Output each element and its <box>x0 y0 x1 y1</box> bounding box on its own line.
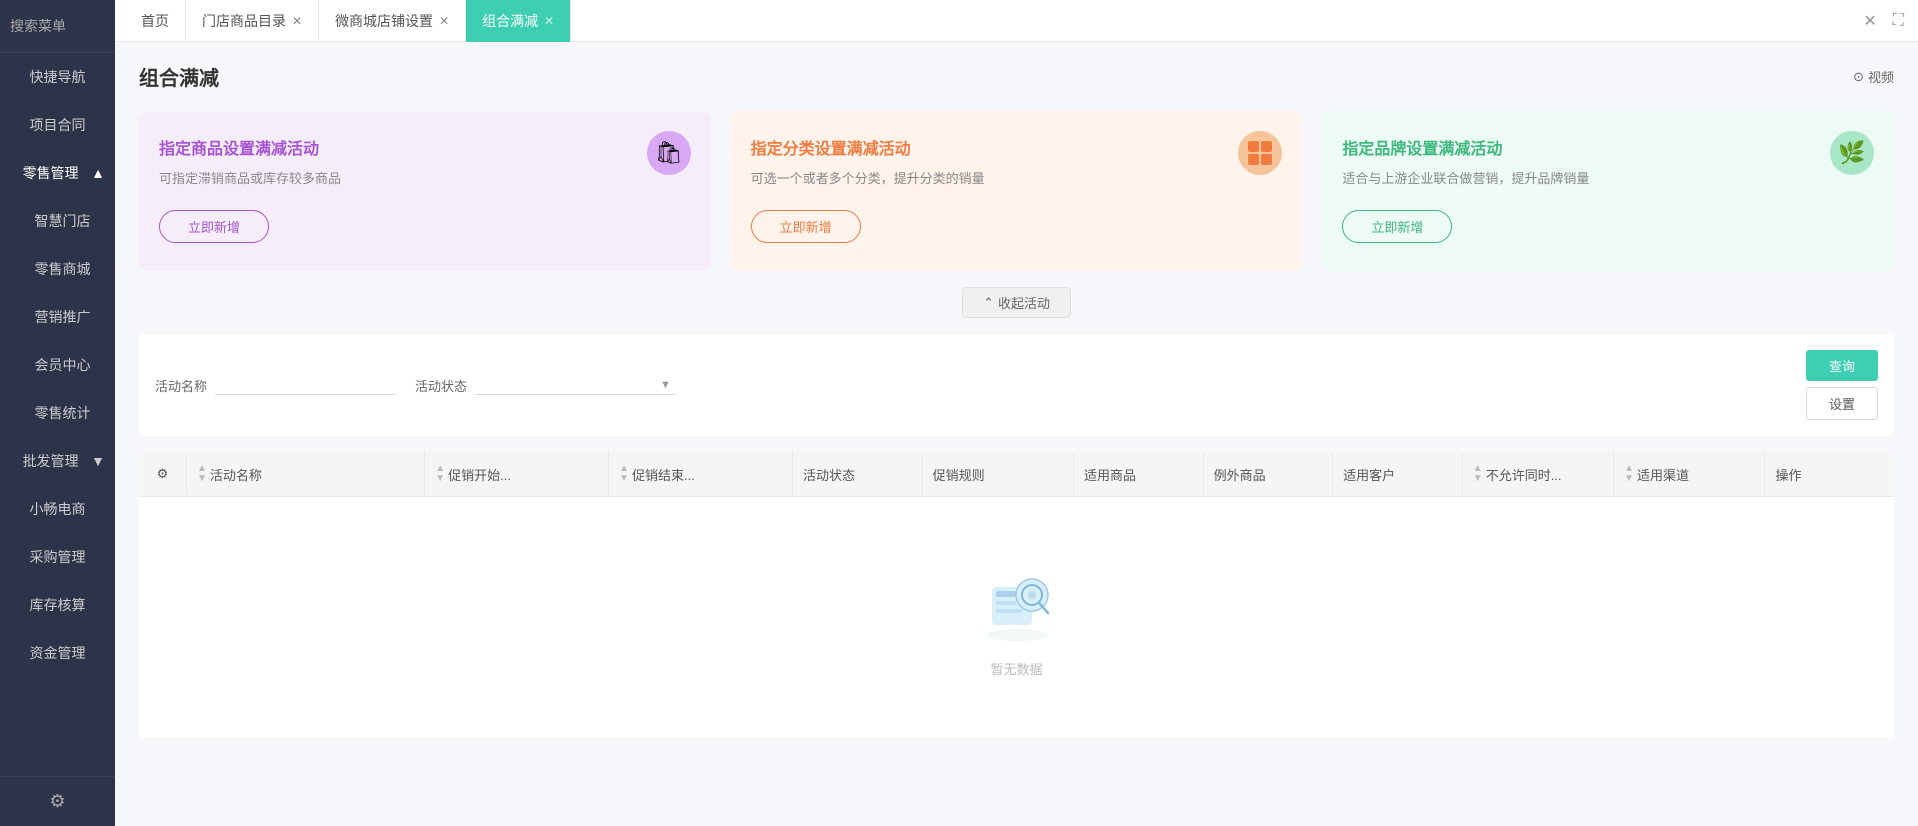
activity-cards: 🛍 指定商品设置满减活动 可指定滞销商品或库存较多商品 立即新增 指定分类设置满… <box>139 111 1894 271</box>
card-brand-icon: 🌿 <box>1830 131 1874 175</box>
sidebar-item-smart-store[interactable]: 智慧门店 <box>0 197 115 245</box>
card-goods-title: 指定商品设置满减活动 <box>159 135 691 159</box>
sidebar-item-purchase-mgmt[interactable]: 采购管理 <box>0 533 115 581</box>
tab-home[interactable]: 首页 <box>125 0 186 42</box>
sidebar-item-wholesale-mgmt[interactable]: 批发管理 ▼ <box>0 437 115 485</box>
sidebar-item-quick-nav[interactable]: 快捷导航 <box>0 53 115 101</box>
th-sort-icon[interactable]: ▲▼ <box>435 464 445 484</box>
video-link[interactable]: ⊙ 视频 <box>1853 67 1894 86</box>
sidebar: 搜索菜单 快捷导航 项目合同 零售管理 ▲ 智慧门店 零售商城 营销推广 会员中… <box>0 0 115 826</box>
empty-illustration <box>972 557 1062 647</box>
sidebar-item-retail-stats[interactable]: 零售统计 <box>0 389 115 437</box>
settings-icon[interactable]: ⚙ <box>49 791 65 812</box>
chevron-up-icon: ▲ <box>91 165 105 181</box>
collapse-icon: ⌃ <box>983 295 994 311</box>
filter-name-input[interactable] <box>215 375 395 395</box>
card-category-add-btn[interactable]: 立即新增 <box>751 210 861 243</box>
query-button[interactable]: 查询 <box>1806 350 1878 381</box>
sidebar-footer: ⚙ <box>0 776 115 826</box>
card-category-desc: 可选一个或者多个分类，提升分类的销量 <box>751 169 1283 190</box>
th-sort-icon[interactable]: ▲▼ <box>619 464 629 484</box>
tab-close-wechat-settings[interactable]: ✕ <box>439 0 449 42</box>
card-brand-desc: 适合与上游企业联合做营销，提升品牌销量 <box>1342 169 1874 190</box>
th-name: ▲▼ 活动名称 <box>187 452 425 496</box>
th-channel: ▲▼ 适用渠道 <box>1614 452 1765 496</box>
sidebar-item-marketing[interactable]: 营销推广 <box>0 293 115 341</box>
filter-bar: 活动名称 活动状态 ▼ 查询 设置 <box>139 334 1894 436</box>
tab-close-combo-discount[interactable]: ✕ <box>544 0 554 42</box>
activity-card-brand: 🌿 指定品牌设置满减活动 适合与上游企业联合做营销，提升品牌销量 立即新增 <box>1322 111 1894 271</box>
sidebar-item-member-center[interactable]: 会员中心 <box>0 341 115 389</box>
card-category-title: 指定分类设置满减活动 <box>751 135 1283 159</box>
sidebar-item-inventory-calc[interactable]: 库存核算 <box>0 581 115 629</box>
card-goods-desc: 可指定滞销商品或库存较多商品 <box>159 169 691 190</box>
tab-close-store-catalog[interactable]: ✕ <box>292 0 302 42</box>
collapse-bar: ⌃ 收起活动 <box>139 287 1894 318</box>
sidebar-item-retail-mgmt[interactable]: 零售管理 ▲ <box>0 149 115 197</box>
play-icon: ⊙ <box>1853 69 1864 85</box>
th-action: 操作 <box>1765 453 1894 496</box>
th-customer: 适用客户 <box>1333 453 1463 496</box>
card-brand-add-btn[interactable]: 立即新增 <box>1342 210 1452 243</box>
filter-status-wrapper: ▼ <box>475 375 675 395</box>
tab-wechat-settings[interactable]: 微商城店铺设置 ✕ <box>319 0 466 42</box>
filter-status-label: 活动状态 <box>415 376 467 395</box>
filter-status-select[interactable] <box>475 375 675 395</box>
settings-button[interactable]: 设置 <box>1806 387 1878 420</box>
th-sort-icon[interactable]: ▲▼ <box>1624 464 1634 484</box>
filter-status-item: 活动状态 ▼ <box>415 375 675 395</box>
empty-text: 暂无数据 <box>990 659 1042 678</box>
th-sort-icon[interactable]: ▲▼ <box>1473 464 1483 484</box>
main-area: 首页 门店商品目录 ✕ 微商城店铺设置 ✕ 组合满减 ✕ ✕ ⛶ 组合满减 ⊙ … <box>115 0 1918 826</box>
chevron-down-icon: ▼ <box>91 453 105 469</box>
page-title: 组合满减 <box>139 62 219 91</box>
th-sort-icon[interactable]: ▲▼ <box>197 464 207 484</box>
data-table: ⚙ ▲▼ 活动名称 ▲▼ 促销开始... ▲▼ 促销结束... 活动状态 <box>139 452 1894 738</box>
card-goods-add-btn[interactable]: 立即新增 <box>159 210 269 243</box>
collapse-activities-btn[interactable]: ⌃ 收起活动 <box>962 287 1071 318</box>
th-gear[interactable]: ⚙ <box>139 454 187 494</box>
th-status: 活动状态 <box>793 453 923 496</box>
th-rule: 促销规则 <box>923 453 1074 496</box>
sidebar-item-xiaochangec[interactable]: 小畅电商 <box>0 485 115 533</box>
sidebar-search[interactable]: 搜索菜单 <box>0 0 115 53</box>
card-brand-title: 指定品牌设置满减活动 <box>1342 135 1874 159</box>
filter-buttons: 查询 设置 <box>1806 350 1878 420</box>
gear-icon: ⚙ <box>157 466 169 482</box>
sidebar-item-capital-mgmt[interactable]: 资金管理 <box>0 629 115 677</box>
filter-name-label: 活动名称 <box>155 376 207 395</box>
window-maximize-btn[interactable]: ⛶ <box>1889 12 1908 30</box>
tab-bar-controls: ✕ ⛶ <box>1859 11 1908 31</box>
table-header: ⚙ ▲▼ 活动名称 ▲▼ 促销开始... ▲▼ 促销结束... 活动状态 <box>139 452 1894 497</box>
empty-state: 暂无数据 <box>139 497 1894 738</box>
window-close-btn[interactable]: ✕ <box>1859 11 1880 31</box>
tab-combo-discount[interactable]: 组合满减 ✕ <box>466 0 571 42</box>
th-goods: 适用商品 <box>1074 453 1204 496</box>
th-end: ▲▼ 促销结束... <box>609 452 793 496</box>
tab-store-catalog[interactable]: 门店商品目录 ✕ <box>186 0 319 42</box>
page-header: 组合满减 ⊙ 视频 <box>139 62 1894 91</box>
th-start: ▲▼ 促销开始... <box>425 452 609 496</box>
filter-name-item: 活动名称 <box>155 375 395 395</box>
card-goods-icon: 🛍 <box>647 131 691 175</box>
sidebar-item-project-contract[interactable]: 项目合同 <box>0 101 115 149</box>
sidebar-item-retail-mall[interactable]: 零售商城 <box>0 245 115 293</box>
th-except: 例外商品 <box>1204 453 1334 496</box>
page-content: 组合满减 ⊙ 视频 🛍 指定商品设置满减活动 可指定滞销商品或库存较多商品 立即… <box>115 42 1918 826</box>
th-notallow: ▲▼ 不允许同时... <box>1463 452 1614 496</box>
activity-card-category: 指定分类设置满减活动 可选一个或者多个分类，提升分类的销量 立即新增 <box>731 111 1303 271</box>
activity-card-goods: 🛍 指定商品设置满减活动 可指定滞销商品或库存较多商品 立即新增 <box>139 111 711 271</box>
tab-bar: 首页 门店商品目录 ✕ 微商城店铺设置 ✕ 组合满减 ✕ ✕ ⛶ <box>115 0 1918 42</box>
